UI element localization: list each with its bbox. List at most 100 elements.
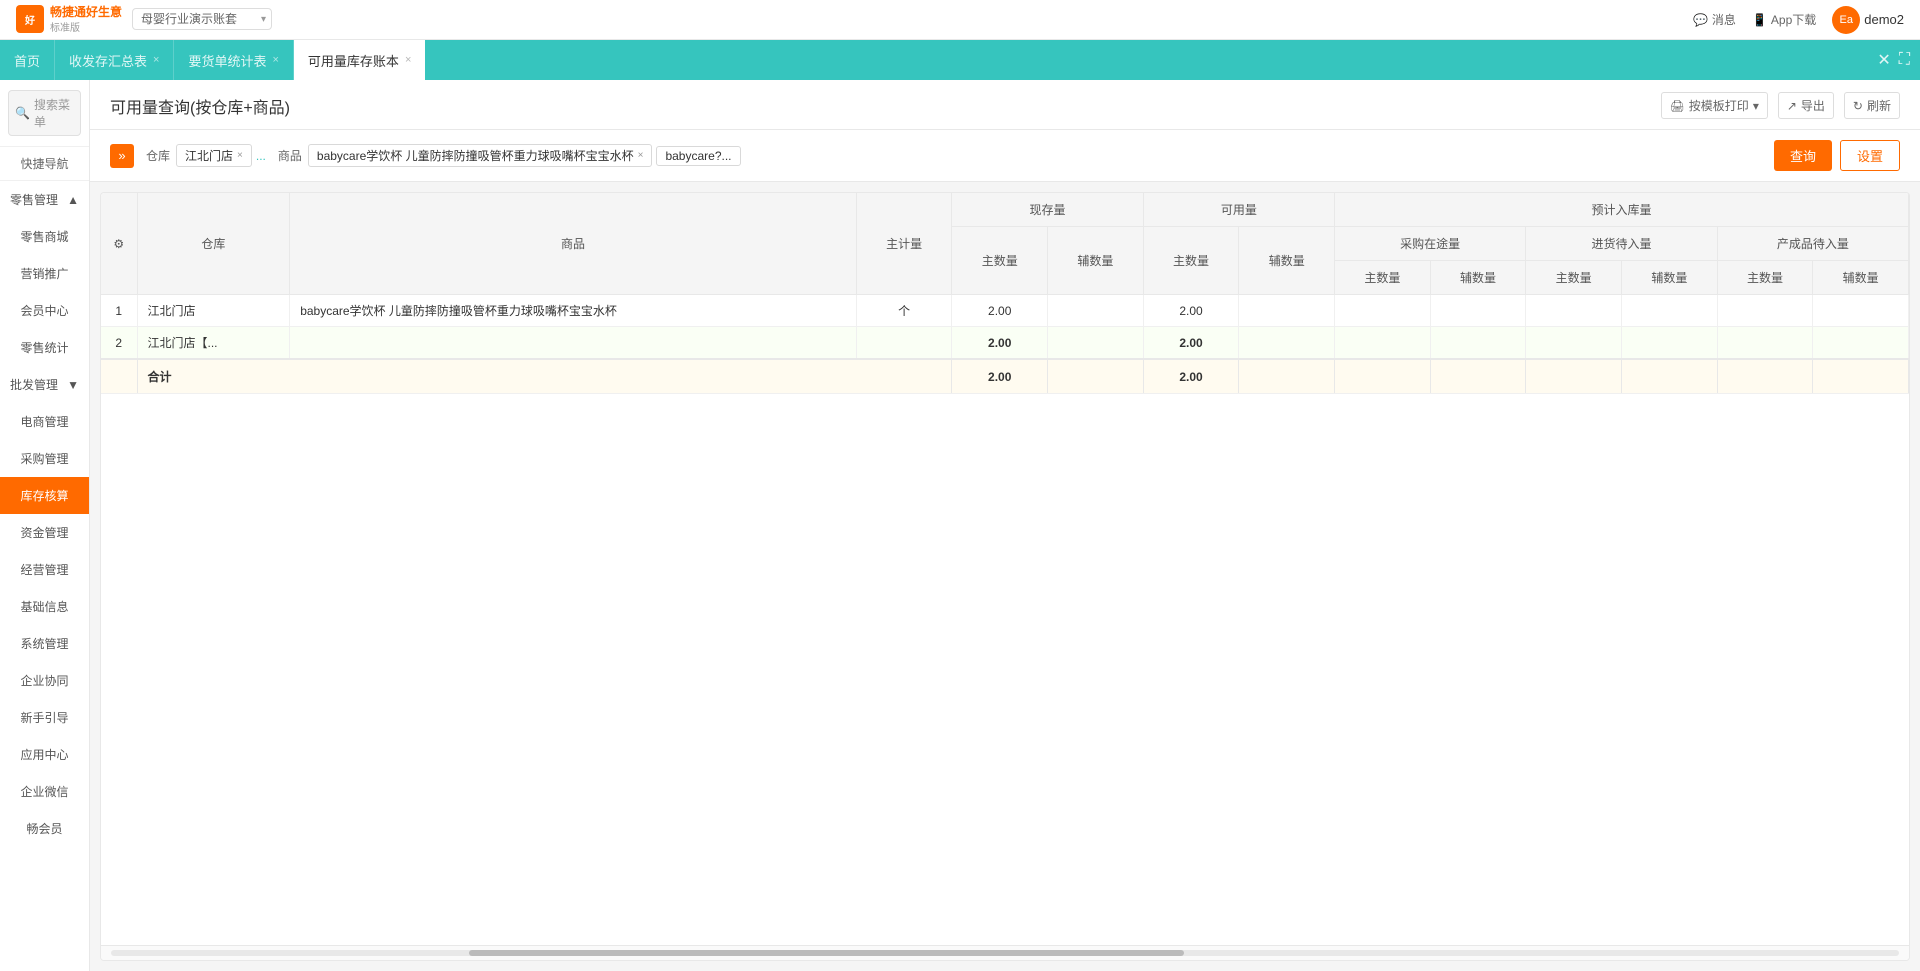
refresh-button[interactable]: ↻ 刷新 [1844,92,1900,119]
sidebar-item-new-guide[interactable]: 新手引导 [0,699,89,736]
row1-production-aux [1813,295,1909,327]
logo-area: 好 畅捷通好生意 标准版 [16,5,122,34]
search-label: 搜索菜单 [34,96,74,130]
user-area[interactable]: Ea demo2 [1832,6,1904,34]
product-filter-group: 商品 babycare学饮杯 儿童防摔防撞吸管杯重力球吸嘴杯宝宝水杯 × bab… [278,144,741,167]
sidebar-item-inventory-check[interactable]: 库存核算 [0,477,89,514]
tab-available-inventory[interactable]: 可用量库存账本 × [294,40,425,80]
tab-receipt-summary[interactable]: 收发存汇总表 × [55,40,174,80]
sidebar-quick-nav[interactable]: 快捷导航 [0,147,89,181]
row1-available-main: 2.00 [1143,295,1239,327]
table-scroll[interactable]: ⚙ 仓库 商品 主计量 现存量 可用量 预计入库量 主数量 辅数量 主数量 [101,193,1909,945]
app-download-icon: 📱 [1752,13,1767,27]
industry-select-input[interactable]: 母婴行业演示账套 [132,8,272,30]
tab-available-inventory-close[interactable]: × [405,54,411,66]
row2-production-aux [1813,327,1909,360]
product-tag2-text: babycare?... [665,149,731,163]
nav-close-btn[interactable]: ✕ [1877,50,1890,70]
sidebar-item-finance-mgmt[interactable]: 资金管理 [0,514,89,551]
product-tag-babycare[interactable]: babycare学饮杯 儿童防摔防撞吸管杯重力球吸嘴杯宝宝水杯 × [308,144,653,167]
warehouse-filter-label: 仓库 [146,147,170,164]
total-stock-aux [1048,359,1144,394]
row2-production-main [1717,327,1813,360]
avatar: Ea [1832,6,1860,34]
sidebar-item-enterprise-wechat[interactable]: 企业微信 [0,773,89,810]
col-incoming-pending: 进货待入量 [1526,227,1717,261]
scrollbar-thumb[interactable] [469,950,1184,956]
warehouse-tag-close[interactable]: × [237,150,243,161]
username-label[interactable]: demo2 [1864,12,1904,27]
warehouse-more-btn[interactable]: ... [256,149,266,163]
content-area: 可用量查询(按仓库+商品) 🖨 按模板打印 ▾ ↗ 导出 ↻ 刷新 [90,80,1920,971]
refresh-label: 刷新 [1867,97,1891,114]
sidebar-search-area[interactable]: 🔍 搜索菜单 [0,80,89,147]
sidebar-item-marketing[interactable]: 营销推广 [0,255,89,292]
product-tag-babycare2[interactable]: babycare?... [656,146,740,166]
col-settings[interactable]: ⚙ [101,193,137,295]
product-tag-close[interactable]: × [638,150,644,161]
col-purchase-aux: 辅数量 [1430,261,1526,295]
sidebar: 🔍 搜索菜单 快捷导航 零售管理 ▲ 零售商城 营销推广 会员中心 零售统计 批… [0,80,90,971]
col-main-unit: 主计量 [856,193,952,295]
purchase-mgmt-label: 采购管理 [20,450,68,467]
warehouse-tag-jianbeimendian[interactable]: 江北门店 × [176,144,252,167]
sidebar-item-member-center[interactable]: 会员中心 [0,292,89,329]
nav-expand-btn[interactable]: ⛶ [1899,51,1910,69]
table-area: ⚙ 仓库 商品 主计量 现存量 可用量 预计入库量 主数量 辅数量 主数量 [100,192,1910,961]
marketing-label: 营销推广 [20,265,68,282]
system-mgmt-label: 系统管理 [20,635,68,652]
filter-expand-icon: » [118,148,125,163]
data-table: ⚙ 仓库 商品 主计量 现存量 可用量 预计入库量 主数量 辅数量 主数量 [101,193,1909,394]
print-button[interactable]: 🖨 按模板打印 ▾ [1661,92,1768,119]
sidebar-item-retail-mgmt[interactable]: 零售管理 ▲ [0,181,89,218]
query-button[interactable]: 查询 [1774,140,1832,171]
tab-home[interactable]: 首页 [0,40,55,80]
filter-expand-button[interactable]: » [110,144,134,168]
sidebar-item-retail-mall[interactable]: 零售商城 [0,218,89,255]
sidebar-item-basic-info[interactable]: 基础信息 [0,588,89,625]
sidebar-search-button[interactable]: 🔍 搜索菜单 [8,90,81,136]
row2-stock-aux [1048,327,1144,360]
export-label: 导出 [1801,97,1825,114]
tab-home-label: 首页 [14,51,40,70]
col-available: 可用量 [1143,193,1334,227]
tab-receipt-summary-close[interactable]: × [153,54,159,66]
top-bar-left: 好 畅捷通好生意 标准版 母婴行业演示账套 [16,5,272,34]
sidebar-item-business-mgmt[interactable]: 经营管理 [0,551,89,588]
app-download-button[interactable]: 📱 App下载 [1752,11,1816,28]
setting-button[interactable]: 设置 [1840,140,1900,171]
industry-selector[interactable]: 母婴行业演示账套 [132,8,272,30]
sidebar-item-system-mgmt[interactable]: 系统管理 [0,625,89,662]
nav-actions: ✕ ⛶ [1867,40,1920,80]
enterprise-collab-label: 企业协同 [20,672,68,689]
col-current-stock: 现存量 [952,193,1143,227]
print-expand-icon: ▾ [1753,99,1759,113]
export-button[interactable]: ↗ 导出 [1778,92,1834,119]
sidebar-item-ecommerce-mgmt[interactable]: 电商管理 [0,403,89,440]
nav-tabs: 首页 收发存汇总表 × 要货单统计表 × 可用量库存账本 × ✕ ⛶ [0,40,1920,80]
col-stock-main: 主数量 [952,227,1048,295]
message-button[interactable]: 💬 消息 [1693,11,1736,28]
row1-unit: 个 [856,295,952,327]
horizontal-scrollbar[interactable] [111,950,1899,956]
sidebar-item-retail-stats[interactable]: 零售统计 [0,329,89,366]
message-icon: 💬 [1693,13,1708,27]
print-icon: 🖨 [1670,99,1685,113]
export-icon: ↗ [1787,99,1797,113]
total-purchase-main [1335,359,1431,394]
retail-mall-label: 零售商城 [20,228,68,245]
sidebar-item-app-center[interactable]: 应用中心 [0,736,89,773]
sidebar-item-wholesale-mgmt[interactable]: 批发管理 ▼ [0,366,89,403]
warehouse-filter-group: 仓库 江北门店 × ... [146,144,266,167]
sidebar-item-enterprise-collab[interactable]: 企业协同 [0,662,89,699]
row1-product: babycare学饮杯 儿童防摔防撞吸管杯重力球吸嘴杯宝宝水杯 [290,295,857,327]
col-available-main: 主数量 [1143,227,1239,295]
warehouse-tag-text: 江北门店 [185,147,233,164]
tab-order-stats[interactable]: 要货单统计表 × [174,40,293,80]
tab-order-stats-close[interactable]: × [272,54,278,66]
page-header: 可用量查询(按仓库+商品) 🖨 按模板打印 ▾ ↗ 导出 ↻ 刷新 [90,80,1920,130]
sidebar-item-vip-member[interactable]: 畅会员 [0,810,89,847]
enterprise-wechat-label: 企业微信 [20,783,68,800]
sidebar-item-purchase-mgmt[interactable]: 采购管理 [0,440,89,477]
col-incoming-aux: 辅数量 [1622,261,1718,295]
